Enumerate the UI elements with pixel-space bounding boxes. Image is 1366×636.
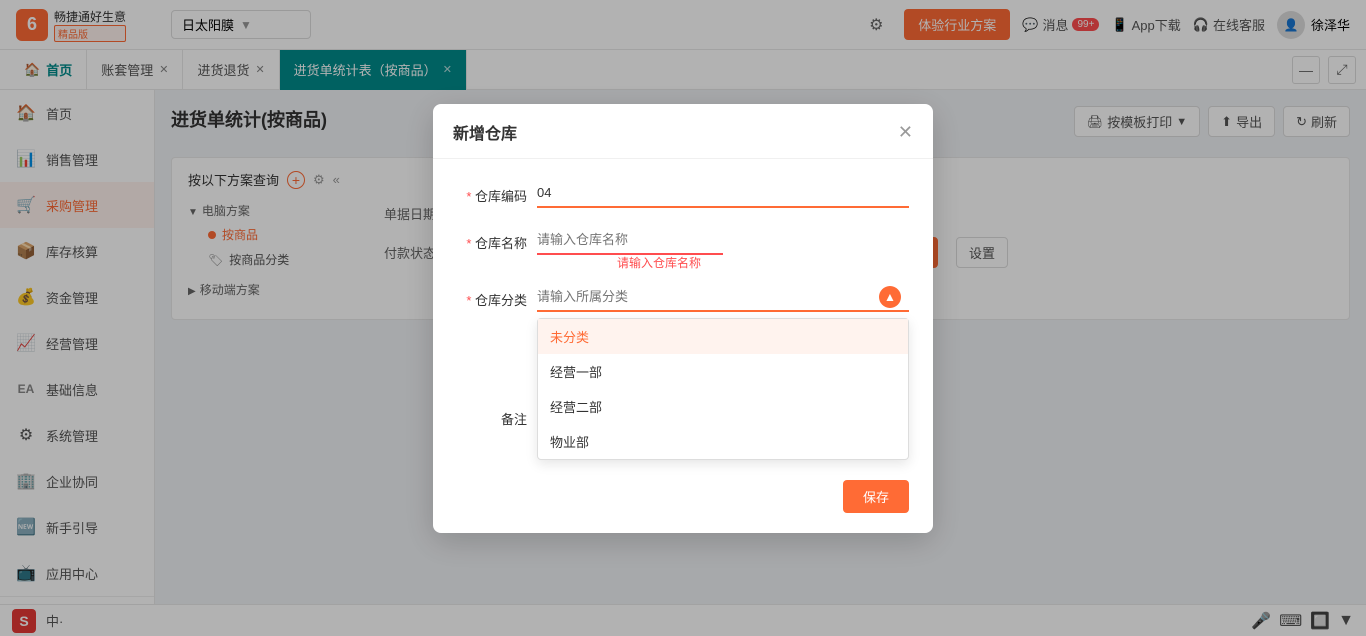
name-input-wrapper: 请输入仓库名称 bbox=[537, 226, 909, 255]
dropdown-item-property[interactable]: 物业部 bbox=[538, 424, 908, 459]
modal-overlay: 新增仓库 ✕ 仓库编码 仓库名称 请输入仓库名称 仓库分类 bbox=[0, 0, 1366, 636]
dialog-footer: 保存 bbox=[433, 468, 933, 533]
warehouse-code-input[interactable] bbox=[537, 179, 909, 208]
dropdown-item-uncategorized[interactable]: 未分类 bbox=[538, 319, 908, 354]
form-row-category: 仓库分类 ▲ 未分类 经营一部 经营二部 bbox=[457, 283, 909, 312]
category-dropdown-list: 未分类 经营一部 经营二部 物业部 bbox=[537, 318, 909, 460]
dropdown-item-ops1-label: 经营一部 bbox=[550, 365, 602, 380]
note-label: 备注 bbox=[457, 402, 537, 428]
category-input[interactable] bbox=[537, 283, 909, 312]
code-label: 仓库编码 bbox=[457, 179, 537, 205]
name-label: 仓库名称 bbox=[457, 226, 537, 252]
dialog-close-button[interactable]: ✕ bbox=[898, 123, 913, 141]
add-warehouse-dialog: 新增仓库 ✕ 仓库编码 仓库名称 请输入仓库名称 仓库分类 bbox=[433, 104, 933, 533]
category-dropdown-toggle[interactable]: ▲ bbox=[879, 286, 901, 308]
warehouse-name-input[interactable] bbox=[537, 226, 723, 255]
dropdown-item-ops1[interactable]: 经营一部 bbox=[538, 354, 908, 389]
dialog-title: 新增仓库 bbox=[453, 120, 517, 144]
save-button[interactable]: 保存 bbox=[843, 480, 909, 513]
form-row-code: 仓库编码 bbox=[457, 179, 909, 208]
dropdown-item-uncategorized-label: 未分类 bbox=[550, 330, 589, 345]
dropdown-item-ops2-label: 经营二部 bbox=[550, 400, 602, 415]
dialog-body: 仓库编码 仓库名称 请输入仓库名称 仓库分类 ▲ bbox=[433, 159, 933, 468]
dialog-header: 新增仓库 ✕ bbox=[433, 104, 933, 159]
form-row-name: 仓库名称 请输入仓库名称 bbox=[457, 226, 909, 255]
name-error-message: 请输入仓库名称 bbox=[617, 254, 701, 271]
category-input-wrapper: ▲ bbox=[537, 283, 909, 312]
category-label: 仓库分类 bbox=[457, 283, 537, 309]
dropdown-item-property-label: 物业部 bbox=[550, 435, 589, 450]
dropdown-item-ops2[interactable]: 经营二部 bbox=[538, 389, 908, 424]
